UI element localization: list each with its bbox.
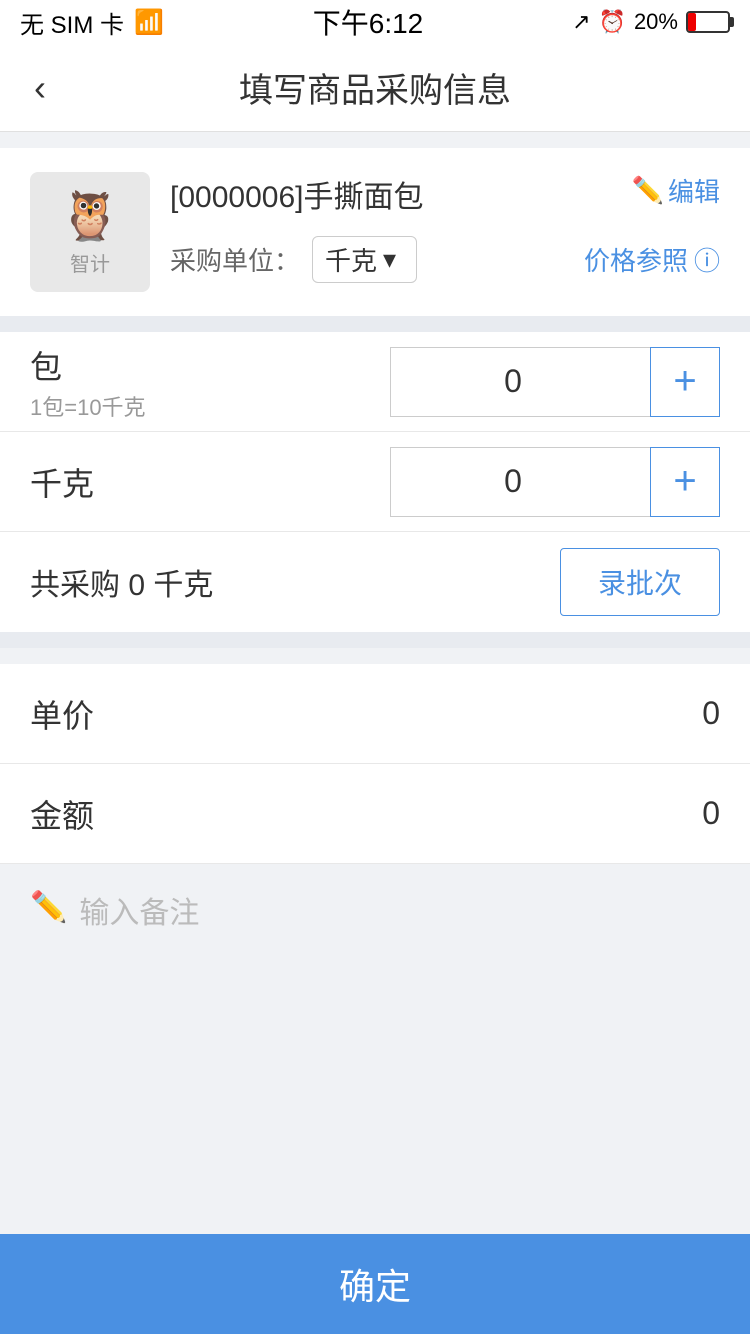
remark-placeholder: 输入备注 bbox=[79, 888, 199, 932]
empty-space bbox=[0, 956, 750, 1256]
summary-text: 共采购 0 千克 bbox=[30, 560, 213, 604]
edit-label: 编辑 bbox=[668, 172, 720, 209]
help-icon: ⓘ bbox=[694, 241, 720, 278]
kg-plus-icon: + bbox=[673, 459, 696, 504]
product-name: [0000006]手撕面包 bbox=[170, 172, 423, 216]
back-button[interactable]: ‹ bbox=[0, 44, 80, 132]
kg-quantity-input[interactable] bbox=[390, 447, 650, 517]
summary-row: 共采购 0 千克 录批次 bbox=[0, 532, 750, 632]
page-title: 填写商品采购信息 bbox=[239, 63, 511, 112]
kg-plus-button[interactable]: + bbox=[650, 447, 720, 517]
back-chevron-icon: ‹ bbox=[34, 67, 46, 109]
alarm-icon: ⏰ bbox=[599, 9, 626, 35]
product-unit-row: 采购单位： 千克 ▾ 价格参照 ⓘ bbox=[170, 236, 720, 283]
status-right: ↗ ⏰ 20% bbox=[572, 9, 730, 35]
status-time: 下午6:12 bbox=[313, 2, 424, 42]
wifi-icon: 📶 bbox=[134, 8, 164, 37]
amount-label: 金额 bbox=[30, 791, 94, 837]
confirm-button[interactable]: 确定 bbox=[0, 1234, 750, 1334]
kg-input-right: + bbox=[150, 447, 720, 517]
batch-label: 录批次 bbox=[598, 562, 682, 602]
status-left: 无 SIM 卡 📶 bbox=[20, 5, 164, 40]
input-section: 包 1包=10千克 + 千克 + 共采购 0 千克 录批次 bbox=[0, 332, 750, 632]
unit-price-label: 单价 bbox=[30, 691, 94, 737]
kg-input-row: 千克 + bbox=[0, 432, 750, 532]
kg-label-group: 千克 bbox=[30, 459, 150, 505]
unit-value: 千克 bbox=[325, 241, 377, 278]
unit-price-value: 0 bbox=[702, 695, 720, 732]
product-name-row: [0000006]手撕面包 ✏️ 编辑 bbox=[170, 172, 720, 216]
nav-bar: ‹ 填写商品采购信息 bbox=[0, 44, 750, 132]
price-ref-button[interactable]: 价格参照 ⓘ bbox=[584, 241, 720, 278]
edit-button[interactable]: ✏️ 编辑 bbox=[632, 172, 720, 209]
section-divider-1 bbox=[0, 316, 750, 332]
unit-select[interactable]: 千克 ▾ bbox=[312, 236, 417, 283]
unit-price-row: 单价 0 bbox=[0, 664, 750, 764]
pack-label-group: 包 1包=10千克 bbox=[30, 342, 150, 422]
amount-value: 0 bbox=[702, 795, 720, 832]
section-divider-2 bbox=[0, 632, 750, 648]
info-section: 单价 0 金额 0 bbox=[0, 664, 750, 864]
product-info: [0000006]手撕面包 ✏️ 编辑 采购单位： 千克 ▾ 价格参照 ⓘ bbox=[170, 172, 720, 283]
pencil-icon: ✏️ bbox=[30, 890, 67, 925]
dropdown-icon: ▾ bbox=[383, 244, 396, 275]
remark-section[interactable]: ✏️ 输入备注 bbox=[0, 864, 750, 956]
unit-label: 采购单位： bbox=[170, 241, 300, 278]
edit-icon: ✏️ bbox=[632, 175, 664, 206]
pack-sub-label: 1包=10千克 bbox=[30, 390, 150, 422]
amount-row: 金额 0 bbox=[0, 764, 750, 864]
product-card: 🦉 智计 [0000006]手撕面包 ✏️ 编辑 采购单位： 千克 ▾ 价格参照… bbox=[0, 148, 750, 316]
pack-input-row: 包 1包=10千克 + bbox=[0, 332, 750, 432]
pack-plus-icon: + bbox=[673, 359, 696, 404]
product-image: 🦉 智计 bbox=[30, 172, 150, 292]
sim-label: 无 SIM 卡 bbox=[20, 5, 124, 40]
batch-button[interactable]: 录批次 bbox=[560, 548, 720, 616]
location-icon: ↗ bbox=[572, 9, 590, 35]
owl-icon: 🦉 bbox=[60, 187, 120, 244]
price-ref-label: 价格参照 bbox=[584, 241, 688, 278]
pack-input-right: + bbox=[150, 347, 720, 417]
battery-percent: 20% bbox=[634, 9, 678, 35]
pack-quantity-input[interactable] bbox=[390, 347, 650, 417]
pack-plus-button[interactable]: + bbox=[650, 347, 720, 417]
confirm-label: 确定 bbox=[339, 1258, 411, 1310]
product-image-text: 智计 bbox=[70, 248, 110, 277]
status-bar: 无 SIM 卡 📶 下午6:12 ↗ ⏰ 20% bbox=[0, 0, 750, 44]
kg-label: 千克 bbox=[30, 459, 150, 505]
pack-label: 包 bbox=[30, 342, 150, 388]
battery-icon bbox=[686, 11, 730, 33]
